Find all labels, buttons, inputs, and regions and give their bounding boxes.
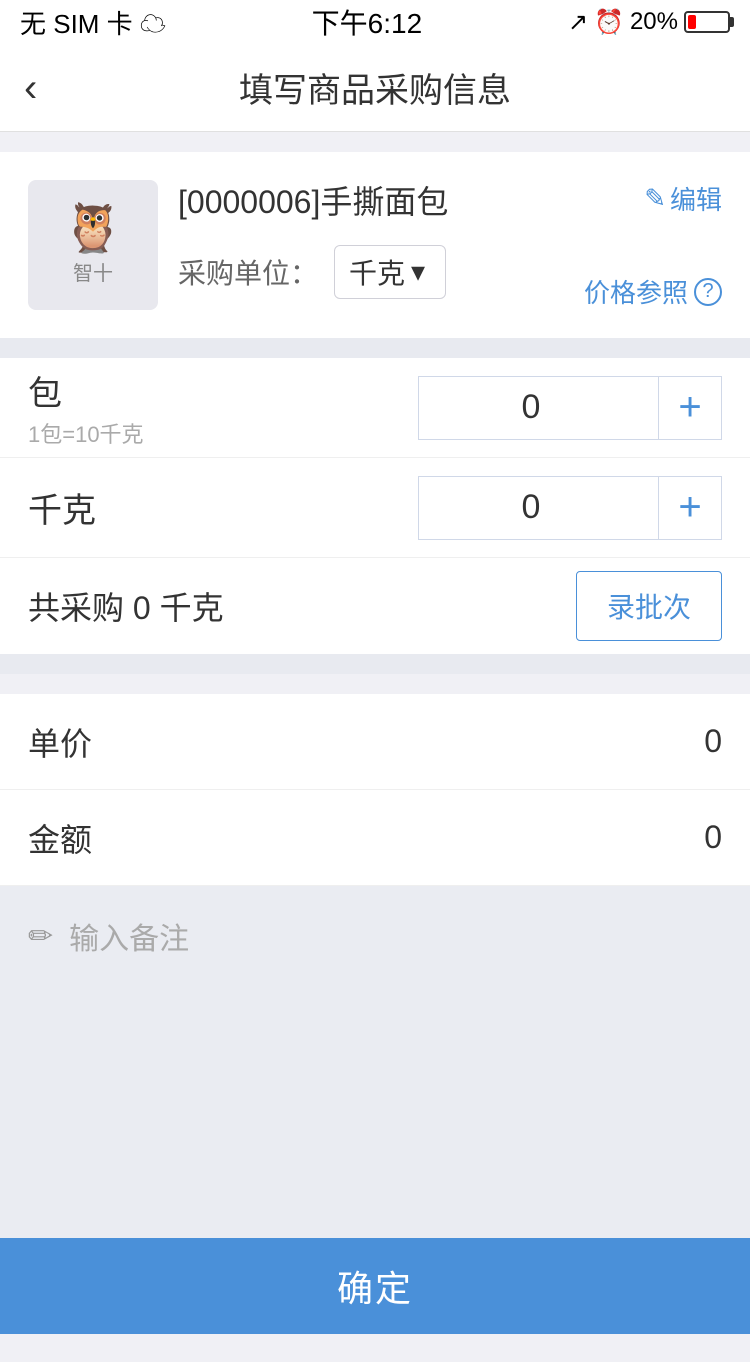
nav-bar: ‹ 填写商品采购信息 xyxy=(0,44,750,132)
product-card: 🦉 智十 [0000006]手撕面包 采购单位： 千克 ▾ ✎ 编辑 价格参照 … xyxy=(0,152,750,338)
kg-label-group: 千克 xyxy=(28,483,228,532)
unit-price-value: 0 xyxy=(704,723,722,760)
location-icon: ↗ xyxy=(568,8,588,37)
page-filler xyxy=(0,986,750,1266)
unit-select-chevron-icon: ▾ xyxy=(411,255,425,288)
bag-sub-label: 1包=10千克 xyxy=(28,417,228,449)
price-section: 单价 0 金额 0 xyxy=(0,694,750,886)
section-divider-2 xyxy=(0,654,750,674)
pencil-icon: ✏ xyxy=(28,919,53,954)
bag-plus-button[interactable]: + xyxy=(658,376,722,440)
purchase-unit-label: 采购单位： xyxy=(178,252,318,292)
bag-input-row: 包 1包=10千克 + xyxy=(0,358,750,458)
unit-price-label: 单价 xyxy=(28,719,92,765)
product-image: 🦉 智十 xyxy=(28,180,158,310)
no-sim-text: 无 SIM 卡 ☁ xyxy=(20,4,166,41)
price-ref-button[interactable]: 价格参照 ? xyxy=(584,273,722,310)
status-time: 下午6:12 xyxy=(312,2,423,42)
confirm-button[interactable]: 确定 xyxy=(0,1238,750,1334)
summary-row: 共采购 0 千克 录批次 xyxy=(0,558,750,654)
unit-select-value: 千克 xyxy=(349,252,405,292)
section-divider-1 xyxy=(0,338,750,358)
price-ref-label: 价格参照 xyxy=(584,273,688,310)
battery-percent: 20% xyxy=(630,8,678,36)
kg-input[interactable] xyxy=(418,476,658,540)
page-title: 填写商品采购信息 xyxy=(239,63,511,112)
summary-text: 共采购 0 千克 xyxy=(28,583,224,629)
bag-input-wrap: + xyxy=(228,376,722,440)
unit-price-row: 单价 0 xyxy=(0,694,750,790)
battery-icon xyxy=(684,11,730,33)
amount-row: 金额 0 xyxy=(0,790,750,886)
status-left: 无 SIM 卡 ☁ xyxy=(20,4,166,41)
bag-label-group: 包 1包=10千克 xyxy=(28,366,228,449)
note-section[interactable]: ✏ 输入备注 xyxy=(0,886,750,986)
input-section: 包 1包=10千克 + 千克 + xyxy=(0,358,750,558)
note-input-placeholder: 输入备注 xyxy=(69,914,189,958)
batch-button[interactable]: 录批次 xyxy=(576,571,722,641)
product-logo-label: 智十 xyxy=(73,257,113,286)
product-name: [0000006]手撕面包 xyxy=(178,180,722,225)
alarm-icon: ⏰ xyxy=(594,8,624,37)
amount-label: 金额 xyxy=(28,815,92,861)
back-button[interactable]: ‹ xyxy=(24,68,37,108)
status-bar: 无 SIM 卡 ☁ 下午6:12 ↗ ⏰ 20% xyxy=(0,0,750,44)
kg-label: 千克 xyxy=(28,483,228,532)
kg-plus-button[interactable]: + xyxy=(658,476,722,540)
product-logo-icon: 🦉 xyxy=(63,205,123,253)
kg-input-wrap: + xyxy=(228,476,722,540)
kg-input-row: 千克 + xyxy=(0,458,750,558)
price-ref-info-icon: ? xyxy=(694,278,722,306)
status-right: ↗ ⏰ 20% xyxy=(568,8,730,37)
bag-label: 包 xyxy=(28,366,228,415)
edit-label: 编辑 xyxy=(670,180,722,217)
edit-icon: ✎ xyxy=(644,183,666,214)
amount-value: 0 xyxy=(704,819,722,856)
bag-input[interactable] xyxy=(418,376,658,440)
edit-button[interactable]: ✎ 编辑 xyxy=(644,180,722,217)
unit-select[interactable]: 千克 ▾ xyxy=(334,245,446,299)
